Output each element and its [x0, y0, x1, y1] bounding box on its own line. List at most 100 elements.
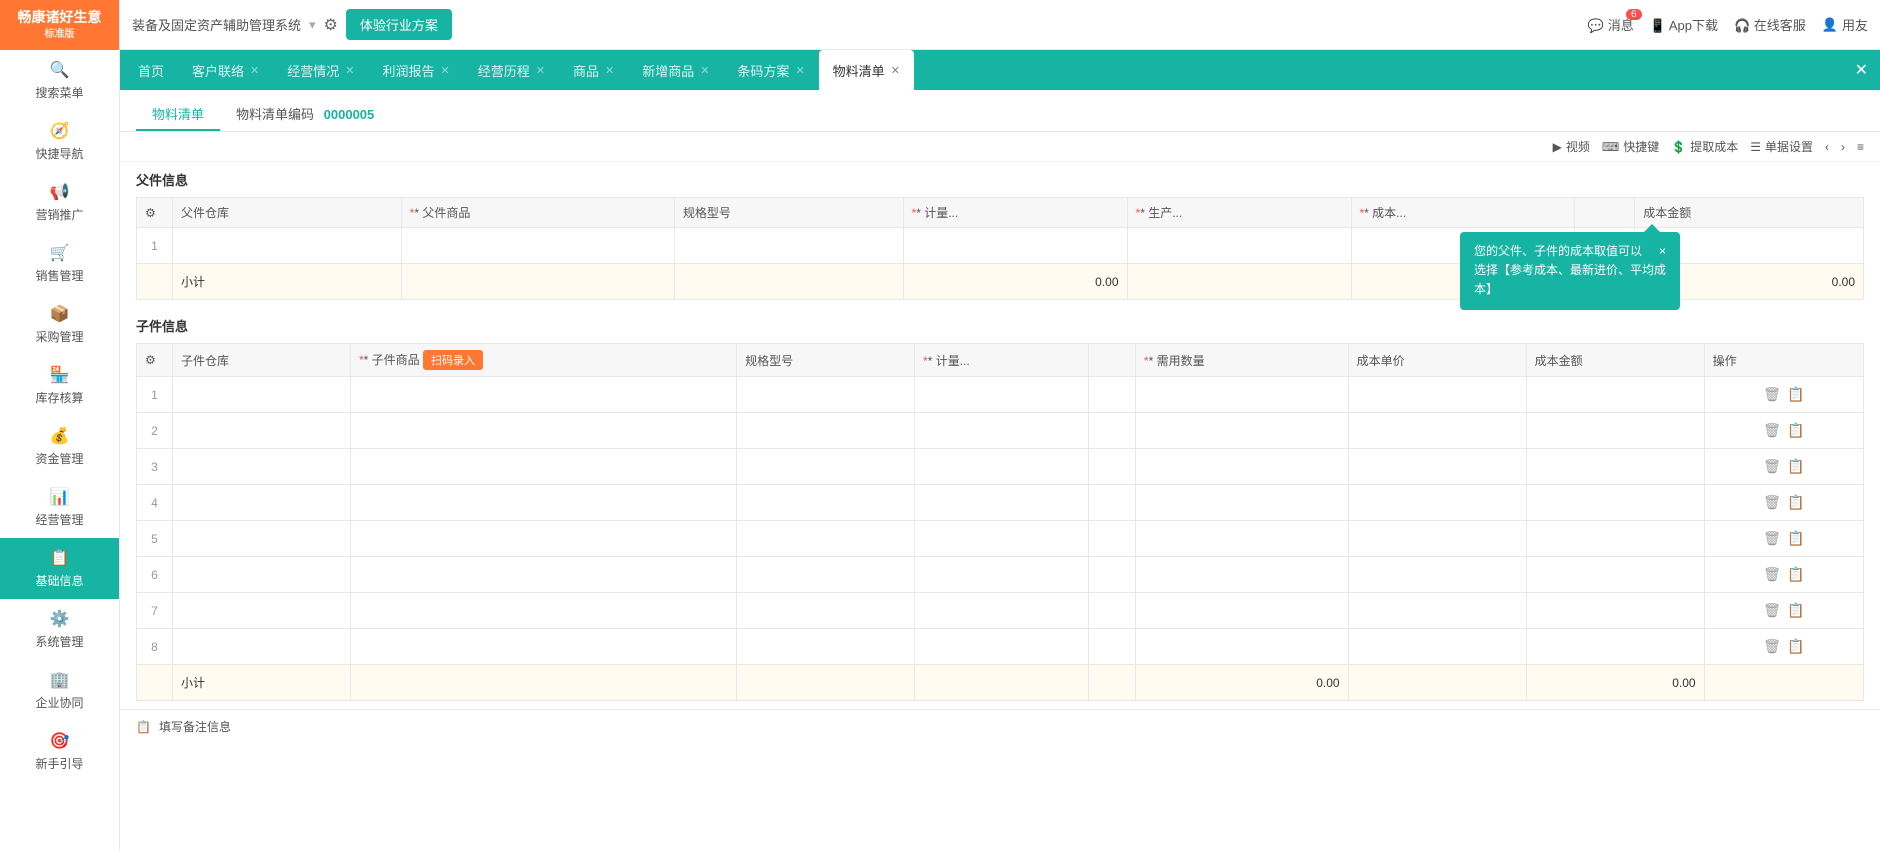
sidebar-item-guide[interactable]: 🎯 新手引导: [0, 721, 119, 782]
child-warehouse-7[interactable]: [173, 593, 351, 629]
app-download[interactable]: 📱 App下载: [1650, 15, 1718, 34]
sidebar-item-operation[interactable]: 📊 经营管理: [0, 477, 119, 538]
child-warehouse-5[interactable]: [173, 521, 351, 557]
parent-col-settings[interactable]: ⚙: [137, 198, 173, 228]
sidebar-item-finance[interactable]: 💰 资金管理: [0, 416, 119, 477]
tab-customer[interactable]: 客户联络 ✕: [178, 50, 273, 90]
child-qty-8[interactable]: [1135, 629, 1348, 665]
shortcut-btn[interactable]: ⌨ 快捷键: [1602, 138, 1659, 155]
list-view-btn[interactable]: ≡: [1857, 140, 1864, 154]
child-warehouse-4[interactable]: [173, 485, 351, 521]
copy-icon-4[interactable]: 📋: [1787, 494, 1804, 511]
child-goods-4[interactable]: [350, 485, 736, 521]
delete-icon-4[interactable]: 🗑: [1763, 494, 1781, 511]
copy-icon-3[interactable]: 📋: [1787, 458, 1804, 475]
parent-unit-cell[interactable]: [903, 228, 1127, 264]
tab-profit[interactable]: 利润报告 ✕: [368, 50, 463, 90]
sidebar-item-nav[interactable]: 🧭 快捷导航: [0, 111, 119, 172]
tab-bom[interactable]: 物料清单 ✕: [819, 50, 914, 90]
tab-new-goods[interactable]: 新增商品 ✕: [628, 50, 723, 90]
dropdown-arrow-icon[interactable]: ▾: [309, 17, 316, 33]
tab-home[interactable]: 首页: [124, 50, 178, 90]
subtab-bom-list[interactable]: 物料清单: [136, 98, 220, 131]
child-unit-cost-1[interactable]: [1348, 377, 1526, 413]
child-warehouse-2[interactable]: [173, 413, 351, 449]
subtab-bom-code[interactable]: 物料清单编码 0000005: [220, 98, 390, 131]
child-goods-3[interactable]: [350, 449, 736, 485]
tab-new-goods-close[interactable]: ✕: [700, 64, 709, 77]
child-unit-cost-3[interactable]: [1348, 449, 1526, 485]
child-unit-cost-4[interactable]: [1348, 485, 1526, 521]
child-qty-1[interactable]: [1135, 377, 1348, 413]
tab-customer-close[interactable]: ✕: [250, 64, 259, 77]
parent-production-cell[interactable]: [1127, 228, 1351, 264]
delete-icon-3[interactable]: 🗑: [1763, 458, 1781, 475]
child-warehouse-1[interactable]: [173, 377, 351, 413]
child-goods-2[interactable]: [350, 413, 736, 449]
sidebar-item-inventory[interactable]: 🏪 库存核算: [0, 355, 119, 416]
copy-icon-7[interactable]: 📋: [1787, 602, 1804, 619]
child-warehouse-6[interactable]: [173, 557, 351, 593]
child-unit-cost-5[interactable]: [1348, 521, 1526, 557]
delete-icon-6[interactable]: 🗑: [1763, 566, 1781, 583]
child-goods-7[interactable]: [350, 593, 736, 629]
tab-history[interactable]: 经营历程 ✕: [464, 50, 559, 90]
copy-icon-6[interactable]: 📋: [1787, 566, 1804, 583]
child-spec-2[interactable]: [737, 413, 915, 449]
video-btn[interactable]: ▶ 视频: [1553, 138, 1590, 155]
child-warehouse-3[interactable]: [173, 449, 351, 485]
sidebar-item-basic[interactable]: 📋 基础信息: [0, 538, 119, 599]
child-goods-1[interactable]: [350, 377, 736, 413]
child-spec-5[interactable]: [737, 521, 915, 557]
child-goods-6[interactable]: [350, 557, 736, 593]
tab-goods[interactable]: 商品 ✕: [559, 50, 628, 90]
next-btn[interactable]: ›: [1841, 140, 1845, 154]
child-warehouse-8[interactable]: [173, 629, 351, 665]
tab-bom-close[interactable]: ✕: [891, 64, 900, 77]
copy-icon-1[interactable]: 📋: [1787, 386, 1804, 403]
child-spec-8[interactable]: [737, 629, 915, 665]
note-label[interactable]: 填写备注信息: [159, 718, 231, 735]
child-unit-cost-2[interactable]: [1348, 413, 1526, 449]
delete-icon-2[interactable]: 🗑: [1763, 422, 1781, 439]
child-unit-3[interactable]: [915, 449, 1089, 485]
child-qty-5[interactable]: [1135, 521, 1348, 557]
sidebar-item-system[interactable]: ⚙️ 系统管理: [0, 599, 119, 660]
tab-close-all[interactable]: ✕: [1847, 60, 1876, 80]
delete-icon-5[interactable]: 🗑: [1763, 530, 1781, 547]
copy-icon-5[interactable]: 📋: [1787, 530, 1804, 547]
child-goods-5[interactable]: [350, 521, 736, 557]
child-unit-cost-7[interactable]: [1348, 593, 1526, 629]
tab-goods-close[interactable]: ✕: [605, 64, 614, 77]
parent-goods-cell[interactable]: [401, 228, 674, 264]
user-menu[interactable]: 👤 用友: [1822, 15, 1868, 34]
single-settings-btn[interactable]: ☰ 单据设置: [1750, 138, 1813, 155]
child-spec-4[interactable]: [737, 485, 915, 521]
copy-icon-8[interactable]: 📋: [1787, 638, 1804, 655]
child-unit-2[interactable]: [915, 413, 1089, 449]
tab-barcode-close[interactable]: ✕: [795, 64, 804, 77]
child-spec-6[interactable]: [737, 557, 915, 593]
experience-button[interactable]: 体验行业方案: [346, 9, 452, 40]
cost-btn[interactable]: 💲 提取成本: [1671, 138, 1738, 155]
online-service[interactable]: 🎧 在线客服: [1734, 15, 1806, 34]
child-unit-1[interactable]: [915, 377, 1089, 413]
child-spec-3[interactable]: [737, 449, 915, 485]
tab-operation-close[interactable]: ✕: [345, 64, 354, 77]
child-spec-1[interactable]: [737, 377, 915, 413]
tab-operation[interactable]: 经营情况 ✕: [273, 50, 368, 90]
child-qty-4[interactable]: [1135, 485, 1348, 521]
settings-icon[interactable]: ⚙: [324, 15, 338, 35]
tab-history-close[interactable]: ✕: [536, 64, 545, 77]
message-badge[interactable]: 💬 6 消息: [1588, 15, 1634, 34]
sidebar-item-sales[interactable]: 🛒 销售管理: [0, 233, 119, 294]
parent-warehouse-cell[interactable]: [173, 228, 402, 264]
child-unit-cost-8[interactable]: [1348, 629, 1526, 665]
prev-btn[interactable]: ‹: [1825, 140, 1829, 154]
child-qty-3[interactable]: [1135, 449, 1348, 485]
child-unit-4[interactable]: [915, 485, 1089, 521]
child-qty-7[interactable]: [1135, 593, 1348, 629]
tab-barcode[interactable]: 条码方案 ✕: [723, 50, 818, 90]
sidebar-item-search[interactable]: 🔍 搜索菜单: [0, 50, 119, 111]
delete-icon-8[interactable]: 🗑: [1763, 638, 1781, 655]
